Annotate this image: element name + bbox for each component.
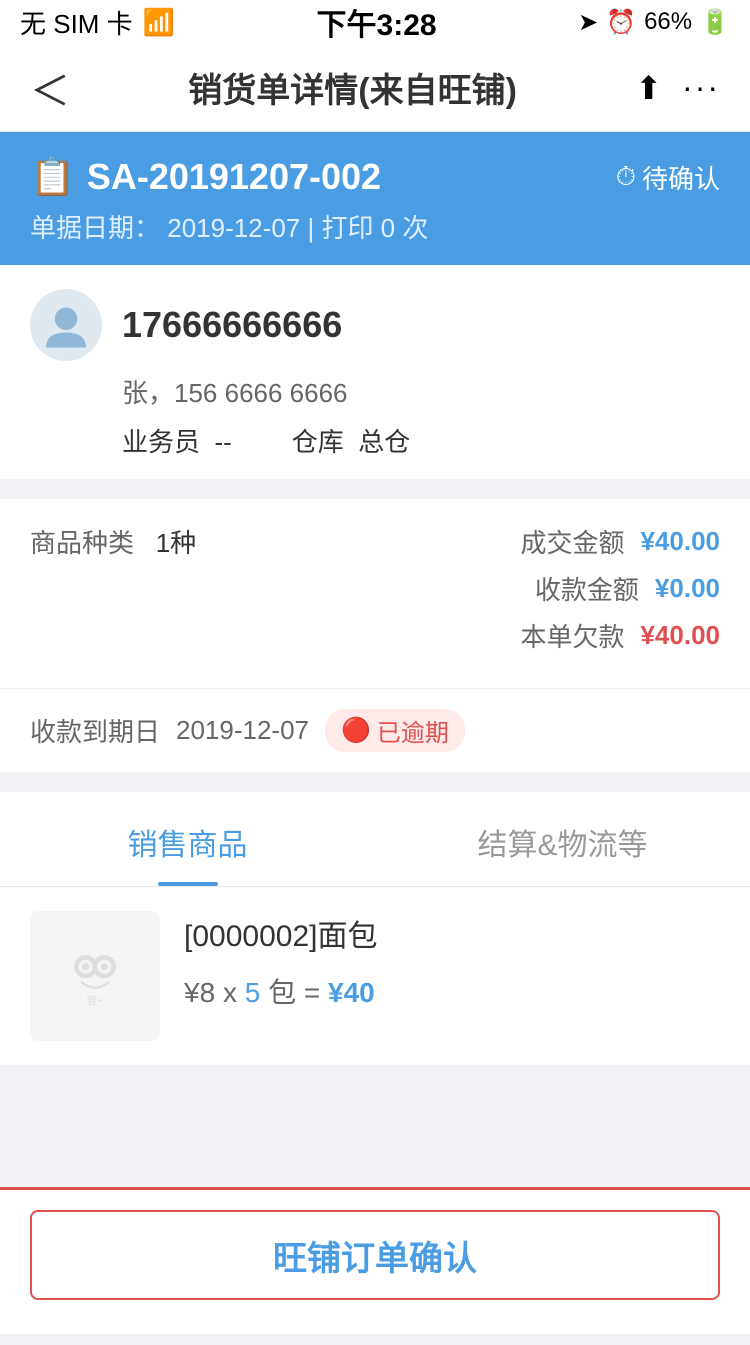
alarm-icon: ⏰: [606, 8, 636, 37]
order-id: 📋 SA-20191207-002: [30, 156, 381, 198]
battery-label: 66%: [644, 8, 692, 36]
clock-icon: ⏱: [616, 161, 636, 193]
svg-text:管+: 管+: [87, 994, 104, 1007]
due-date-section: 收款到期日 2019-12-07 🔴 已逾期: [0, 689, 750, 772]
alert-icon: 🔴: [341, 716, 371, 745]
product-info: [0000002]面包 ¥8 x 5 包 = ¥40: [184, 911, 720, 1011]
confirm-order-button[interactable]: 旺铺订单确认: [30, 1210, 720, 1300]
back-button[interactable]: ＜: [30, 59, 70, 117]
overdue-text: 已逾期: [377, 713, 449, 748]
tabs-row: 销售商品 结算&物流等: [0, 792, 750, 887]
received-label: 收款金额: [535, 570, 639, 607]
tab-settlement[interactable]: 结算&物流等: [375, 792, 750, 886]
tabs-section: 销售商品 结算&物流等: [0, 792, 750, 887]
status-time: 下午3:28: [317, 0, 437, 44]
product-type-row: 商品种类 1种: [30, 523, 196, 560]
nav-bar: ＜ 销货单详情(来自旺铺) ⬆ ···: [0, 44, 750, 132]
due-date-value: 2019-12-07: [176, 715, 309, 746]
customer-phone: 17666666666: [122, 304, 342, 346]
customer-sub-info: 张，156 6666 6666: [30, 373, 720, 410]
battery-icon: 🔋: [700, 8, 730, 37]
warehouse-label: 仓库 总仓: [292, 422, 410, 459]
product-thumbnail: 管+: [30, 911, 160, 1041]
page-title: 销货单详情(来自旺铺): [188, 63, 517, 112]
no-sim-label: 无 SIM 卡: [20, 4, 133, 41]
divider-1: [0, 479, 750, 499]
order-status: ⏱ 待确认: [616, 159, 720, 196]
product-price: ¥8 x 5 包 = ¥40: [184, 971, 720, 1011]
order-icon: 📋: [30, 156, 75, 198]
confirm-button-wrap: 旺铺订单确认: [0, 1187, 750, 1334]
tab-sales-products[interactable]: 销售商品: [0, 792, 375, 886]
status-bar: 无 SIM 卡 📶 下午3:28 ➤ ⏰ 66% 🔋: [0, 0, 750, 44]
nav-actions: ⬆ ···: [635, 69, 720, 107]
product-name: [0000002]面包: [184, 911, 720, 955]
amount-summary: 成交金额 ¥40.00 收款金额 ¥0.00 本单欠款 ¥40.00: [520, 523, 720, 664]
more-icon[interactable]: ···: [682, 69, 720, 106]
received-value: ¥0.00: [655, 573, 720, 604]
due-date-label: 收款到期日: [30, 712, 160, 749]
owed-label: 本单欠款: [520, 617, 624, 654]
wifi-icon: 📶: [143, 7, 175, 38]
product-total: ¥40: [328, 977, 375, 1008]
product-qty: 5: [245, 977, 261, 1008]
share-icon[interactable]: ⬆: [635, 69, 662, 107]
order-date: 单据日期： 2019-12-07 | 打印 0 次: [30, 208, 720, 245]
summary-section: 商品种类 1种 成交金额 ¥40.00 收款金额 ¥0.00 本单欠款 ¥40.…: [0, 499, 750, 688]
customer-section: 17666666666 张，156 6666 6666 业务员 -- 仓库 总仓: [0, 265, 750, 479]
amount-value: ¥40.00: [640, 526, 720, 557]
staff-label: 业务员 --: [122, 422, 232, 459]
header-card: 📋 SA-20191207-002 ⏱ 待确认 单据日期： 2019-12-07…: [0, 132, 750, 265]
amount-label: 成交金额: [520, 523, 624, 560]
divider-3: [0, 772, 750, 792]
product-item: 管+ [0000002]面包 ¥8 x 5 包 = ¥40: [0, 887, 750, 1065]
overdue-badge: 🔴 已逾期: [325, 709, 465, 752]
customer-meta: 业务员 -- 仓库 总仓: [30, 422, 720, 459]
status-right: ➤ ⏰ 66% 🔋: [578, 8, 730, 37]
owed-value: ¥40.00: [640, 620, 720, 651]
avatar: [30, 289, 102, 361]
status-left: 无 SIM 卡 📶: [20, 4, 175, 41]
location-icon: ➤: [578, 8, 598, 37]
